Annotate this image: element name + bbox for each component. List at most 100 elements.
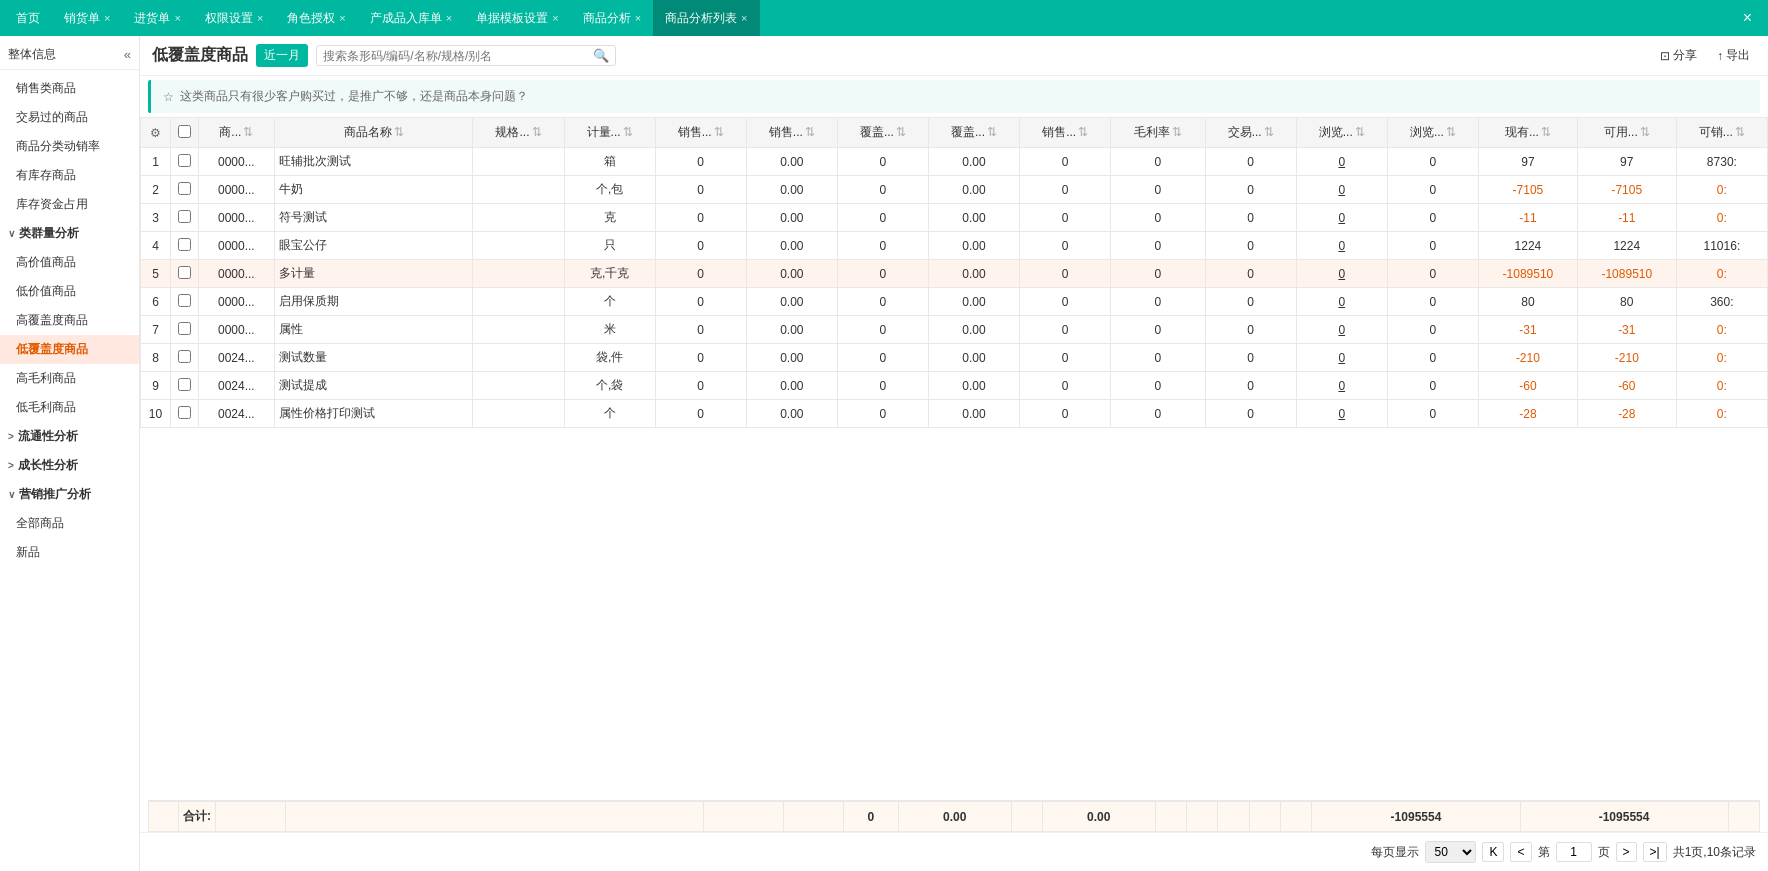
cell-sales-cnt: 0: [1020, 204, 1111, 232]
close-icon[interactable]: ×: [635, 12, 641, 24]
close-icon[interactable]: ×: [446, 12, 452, 24]
th-checkbox[interactable]: [171, 118, 199, 148]
th-sales-amt[interactable]: 销售...⇅: [746, 118, 837, 148]
th-spec[interactable]: 规格...⇅: [473, 118, 564, 148]
cell-checkbox[interactable]: [171, 344, 199, 372]
sidebar-item-category-rate[interactable]: 商品分类动销率: [0, 132, 139, 161]
close-icon[interactable]: ×: [257, 12, 263, 24]
cell-checkbox[interactable]: [171, 176, 199, 204]
next-page-button[interactable]: >: [1616, 842, 1637, 862]
cell-browse1[interactable]: 0: [1296, 260, 1387, 288]
settings-icon[interactable]: ⚙: [150, 126, 161, 140]
row-checkbox[interactable]: [178, 294, 191, 307]
cell-browse1[interactable]: 0: [1296, 204, 1387, 232]
sidebar-item-new-goods[interactable]: 新品: [0, 538, 139, 567]
cell-checkbox[interactable]: [171, 400, 199, 428]
cell-browse1[interactable]: 0: [1296, 316, 1387, 344]
sidebar-item-sales-goods[interactable]: 销售类商品: [0, 74, 139, 103]
cell-browse1[interactable]: 0: [1296, 344, 1387, 372]
table-container[interactable]: ⚙ 商...⇅ 商品名称⇅ 规格...⇅ 计量...⇅ 销售...⇅ 销售...…: [140, 117, 1768, 800]
first-page-button[interactable]: K: [1482, 842, 1504, 862]
sidebar-collapse-btn[interactable]: «: [124, 47, 131, 62]
close-icon[interactable]: ×: [339, 12, 345, 24]
th-sales-qty[interactable]: 销售...⇅: [655, 118, 746, 148]
nav-template[interactable]: 单据模板设置 ×: [464, 0, 570, 36]
th-sellable[interactable]: 可销...⇅: [1676, 118, 1767, 148]
nav-home[interactable]: 首页: [4, 0, 52, 36]
sidebar-item-stock-goods[interactable]: 有库存商品: [0, 161, 139, 190]
sidebar-item-low-coverage[interactable]: 低覆盖度商品: [0, 335, 139, 364]
last-page-button[interactable]: >|: [1643, 842, 1667, 862]
select-all-checkbox[interactable]: [178, 125, 191, 138]
prev-page-button[interactable]: <: [1510, 842, 1531, 862]
th-cov1[interactable]: 覆盖...⇅: [837, 118, 928, 148]
nav-permissions[interactable]: 权限设置 ×: [193, 0, 275, 36]
sidebar-section-cluster[interactable]: ∨ 类群量分析: [0, 219, 139, 248]
th-settings[interactable]: ⚙: [141, 118, 171, 148]
nav-roles[interactable]: 角色授权 ×: [275, 0, 357, 36]
cell-checkbox[interactable]: [171, 372, 199, 400]
window-close-button[interactable]: ×: [1731, 9, 1764, 27]
page-number-input[interactable]: [1556, 842, 1592, 862]
sidebar-section-marketing[interactable]: ∨ 营销推广分析: [0, 480, 139, 509]
cell-checkbox[interactable]: [171, 232, 199, 260]
sidebar-item-low-margin[interactable]: 低毛利商品: [0, 393, 139, 422]
close-icon[interactable]: ×: [552, 12, 558, 24]
search-input[interactable]: [323, 49, 593, 63]
row-checkbox[interactable]: [178, 238, 191, 251]
th-available[interactable]: 可用...⇅: [1577, 118, 1676, 148]
th-current[interactable]: 现有...⇅: [1478, 118, 1577, 148]
row-checkbox[interactable]: [178, 266, 191, 279]
th-unit[interactable]: 计量...⇅: [564, 118, 655, 148]
th-gross[interactable]: 毛利率⇅: [1111, 118, 1205, 148]
cell-sales-amt: 0.00: [746, 400, 837, 428]
cell-browse1[interactable]: 0: [1296, 372, 1387, 400]
row-checkbox[interactable]: [178, 350, 191, 363]
sidebar-item-high-coverage[interactable]: 高覆盖度商品: [0, 306, 139, 335]
cell-cov1: 0: [837, 288, 928, 316]
close-icon[interactable]: ×: [174, 12, 180, 24]
nav-finished-goods[interactable]: 产成品入库单 ×: [358, 0, 464, 36]
cell-browse1[interactable]: 0: [1296, 400, 1387, 428]
row-checkbox[interactable]: [178, 210, 191, 223]
recent-month-button[interactable]: 近一月: [256, 44, 308, 67]
sidebar-item-stock-funds[interactable]: 库存资金占用: [0, 190, 139, 219]
row-checkbox[interactable]: [178, 182, 191, 195]
cell-checkbox[interactable]: [171, 260, 199, 288]
nav-product-analysis[interactable]: 商品分析 ×: [571, 0, 653, 36]
close-icon[interactable]: ×: [104, 12, 110, 24]
row-checkbox[interactable]: [178, 406, 191, 419]
th-browse2[interactable]: 浏览...⇅: [1387, 118, 1478, 148]
sidebar-item-all-goods[interactable]: 全部商品: [0, 509, 139, 538]
sidebar-section-growth[interactable]: > 成长性分析: [0, 451, 139, 480]
sidebar-item-high-value[interactable]: 高价值商品: [0, 248, 139, 277]
row-checkbox[interactable]: [178, 322, 191, 335]
close-icon[interactable]: ×: [741, 12, 747, 24]
sidebar-item-traded-goods[interactable]: 交易过的商品: [0, 103, 139, 132]
cell-browse1[interactable]: 0: [1296, 176, 1387, 204]
th-cov2[interactable]: 覆盖...⇅: [928, 118, 1019, 148]
row-checkbox[interactable]: [178, 378, 191, 391]
nav-sales[interactable]: 销货单 ×: [52, 0, 122, 36]
cell-checkbox[interactable]: [171, 288, 199, 316]
cell-checkbox[interactable]: [171, 148, 199, 176]
cell-browse1[interactable]: 0: [1296, 232, 1387, 260]
sidebar-section-circulation[interactable]: > 流通性分析: [0, 422, 139, 451]
per-page-select[interactable]: 50 10 20 100: [1425, 841, 1476, 863]
share-button[interactable]: ⊡ 分享: [1654, 44, 1703, 67]
cell-checkbox[interactable]: [171, 316, 199, 344]
th-trade[interactable]: 交易...⇅: [1205, 118, 1296, 148]
nav-purchase[interactable]: 进货单 ×: [122, 0, 192, 36]
th-code[interactable]: 商...⇅: [199, 118, 275, 148]
sidebar-item-low-value[interactable]: 低价值商品: [0, 277, 139, 306]
th-name[interactable]: 商品名称⇅: [274, 118, 473, 148]
cell-checkbox[interactable]: [171, 204, 199, 232]
export-button[interactable]: ↑ 导出: [1711, 44, 1756, 67]
cell-browse1[interactable]: 0: [1296, 288, 1387, 316]
nav-product-analysis-list[interactable]: 商品分析列表 ×: [653, 0, 759, 36]
sidebar-item-high-margin[interactable]: 高毛利商品: [0, 364, 139, 393]
th-browse1[interactable]: 浏览...⇅: [1296, 118, 1387, 148]
cell-browse1[interactable]: 0: [1296, 148, 1387, 176]
row-checkbox[interactable]: [178, 154, 191, 167]
th-sales-cnt[interactable]: 销售...⇅: [1020, 118, 1111, 148]
